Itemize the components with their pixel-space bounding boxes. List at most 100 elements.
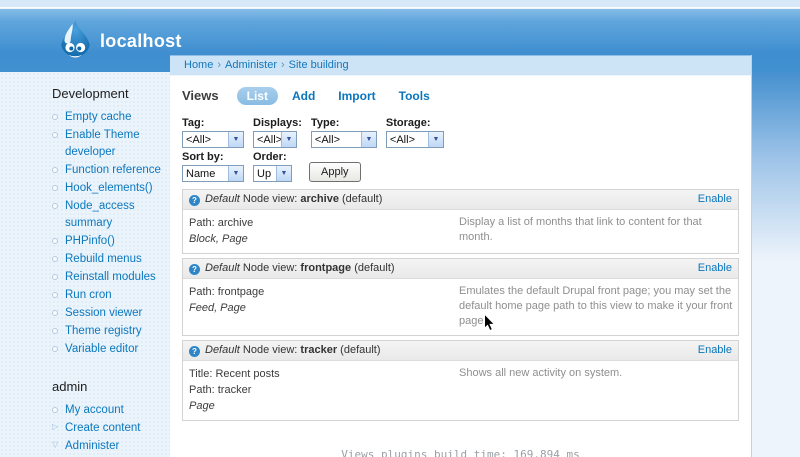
view-description: Emulates the default Drupal front page; … [459,285,733,327]
sidebar-link-my-account[interactable]: My account [65,404,124,416]
sidebar-link-rebuild-menus[interactable]: Rebuild menus [65,253,142,265]
sidebar: Development Empty cache Enable Theme devel… [0,72,170,457]
filter-displays-select[interactable]: <All> ▼ [253,131,297,148]
drupal-logo-icon[interactable] [53,17,97,65]
breadcrumb-link-home[interactable]: Home [184,59,213,71]
sidebar-item-administer: ▽ Administer [52,438,168,455]
dropdown-arrow-icon: ▼ [360,132,376,147]
bullet-circle-icon [52,310,58,316]
sidebar-item-session-viewer: Session viewer [52,305,168,322]
sidebar-item-function-reference: Function reference [52,162,168,179]
bullet-circle-icon [52,203,58,209]
site-name[interactable]: localhost [100,31,182,52]
view-row-header: Enable? Default Node view: tracker (defau… [183,341,738,361]
help-icon[interactable]: ? [189,195,200,206]
filter-label: Displays: [253,117,302,129]
enable-link[interactable]: Enable [698,193,732,206]
filter-type-select[interactable]: <All> ▼ [310,131,377,148]
sidebar-link-empty-cache[interactable]: Empty cache [65,111,131,123]
enable-link[interactable]: Enable [698,344,732,357]
view-name: archive [300,193,339,205]
view-details: Path: frontpage Feed, Page [189,284,459,329]
sidebar-link-run-cron[interactable]: Run cron [65,289,112,301]
view-default-suffix: (default) [354,262,395,274]
bullet-circle-icon [52,114,58,120]
breadcrumb: Home › Administer › Site building [170,55,751,76]
sidebar-link-variable-editor[interactable]: Variable editor [65,343,138,355]
view-row-archive: Enable? Default Node view: archive (defau… [182,189,739,254]
dropdown-arrow-icon: ▼ [228,132,243,147]
sidebar-link-administer[interactable]: Administer [65,440,119,452]
view-kind-label: Node view: [242,262,298,274]
filter-tag-select[interactable]: <All> ▼ [182,131,244,148]
dropdown-arrow-icon: ▼ [281,132,296,147]
sidebar-link-theme-registry[interactable]: Theme registry [65,325,142,337]
sidebar-link-hook-elements[interactable]: Hook_elements() [65,182,153,194]
sidebar-link-enable-theme-developer[interactable]: Enable Theme developer [65,129,140,158]
filter-sort-by-select[interactable]: Name ▼ [182,165,244,182]
build-times: Views plugins build time: 169.894 ms Vie… [182,448,739,457]
sidebar-section-admin: admin My account ▷ Create content ▽ Administe… [52,379,168,457]
dropdown-arrow-icon: ▼ [228,166,243,181]
filter-group-sort-by: Sort by: Name ▼ [182,151,244,182]
breadcrumb-separator: › [217,59,222,71]
bullet-circle-icon [52,328,58,334]
page-title: Views [182,88,219,103]
filter-group-tag: Tag: <All> ▼ [182,117,244,148]
sidebar-link-create-content[interactable]: Create content [65,422,140,434]
tab-list[interactable]: List [236,86,278,105]
drupal-views-admin-screen: localhost Development Empty cache Enable T… [0,0,800,457]
filter-order-select[interactable]: Up ▼ [253,165,292,182]
top-strip [0,0,800,8]
view-default-suffix: (default) [340,344,381,356]
view-row-body: Title: Recent posts Path: tracker Page Show… [183,361,738,420]
tab-import[interactable]: Import [338,89,375,103]
title-row: Views List Add Import Tools [182,85,739,106]
content-panel: Home › Administer › Site building Views List… [170,55,752,457]
tab-add[interactable]: Add [292,89,315,103]
bullet-circle-icon [52,256,58,262]
sidebar-link-reinstall-modules[interactable]: Reinstall modules [65,271,156,283]
bullet-circle-icon [52,132,58,138]
sidebar-link-function-reference[interactable]: Function reference [65,164,161,176]
view-displays: Feed, Page [189,302,246,314]
select-value: <All> [389,134,415,146]
help-icon[interactable]: ? [189,264,200,275]
view-detail-line: Path: tracker [189,384,252,396]
main-area: Views List Add Import Tools Tag: <All> ▼ Displ… [170,76,751,457]
sidebar-link-node-access-summary[interactable]: Node_access summary [65,200,135,229]
view-default-suffix: (default) [342,193,383,205]
view-detail-line: Path: archive [189,217,254,229]
filter-row-2: Sort by: Name ▼ Order: Up ▼ Apply [182,151,739,182]
view-description: Display a list of months that link to co… [459,216,702,243]
select-value: Up [257,168,272,180]
bullet-circle-icon [52,346,58,352]
tab-tools[interactable]: Tools [399,89,430,103]
sidebar-link-phpinfo[interactable]: PHPinfo() [65,235,115,247]
sidebar-item-theme-registry: Theme registry [52,323,168,340]
filter-label: Tag: [182,117,205,129]
sidebar-section-development: Development Empty cache Enable Theme devel… [52,86,168,358]
view-detail-line: Path: frontpage [189,286,265,298]
view-row-header: Enable? Default Node view: frontpage (def… [183,259,738,279]
sidebar-item-hook-elements: Hook_elements() [52,180,168,197]
filter-storage-select[interactable]: <All> ▼ [385,131,444,148]
mouse-cursor-icon [484,313,496,332]
filter-group-storage: Storage: <All> ▼ [385,117,444,148]
view-detail-line: Title: Recent posts [189,368,280,380]
filter-label: Type: [310,117,340,129]
bullet-expanded-icon: ▽ [52,440,59,449]
sidebar-menu: My account▷Create content▽Administer▷Con… [52,402,168,457]
views-filters: Tag: <All> ▼ Displays: <All> ▼ Type: <All> ▼ Stor… [182,117,739,182]
breadcrumb-link-site-building[interactable]: Site building [289,59,349,71]
sidebar-item-my-account: My account [52,402,168,419]
help-icon[interactable]: ? [189,346,200,357]
view-row-tracker: Enable? Default Node view: tracker (defau… [182,340,739,421]
enable-link[interactable]: Enable [698,262,732,275]
filter-group-displays: Displays: <All> ▼ [253,117,302,148]
view-row-frontpage: Enable? Default Node view: frontpage (def… [182,258,739,336]
breadcrumb-link-administer[interactable]: Administer [225,59,277,71]
apply-button[interactable]: Apply [309,162,361,182]
view-type-label: Default [205,193,240,205]
sidebar-link-session-viewer[interactable]: Session viewer [65,307,142,319]
